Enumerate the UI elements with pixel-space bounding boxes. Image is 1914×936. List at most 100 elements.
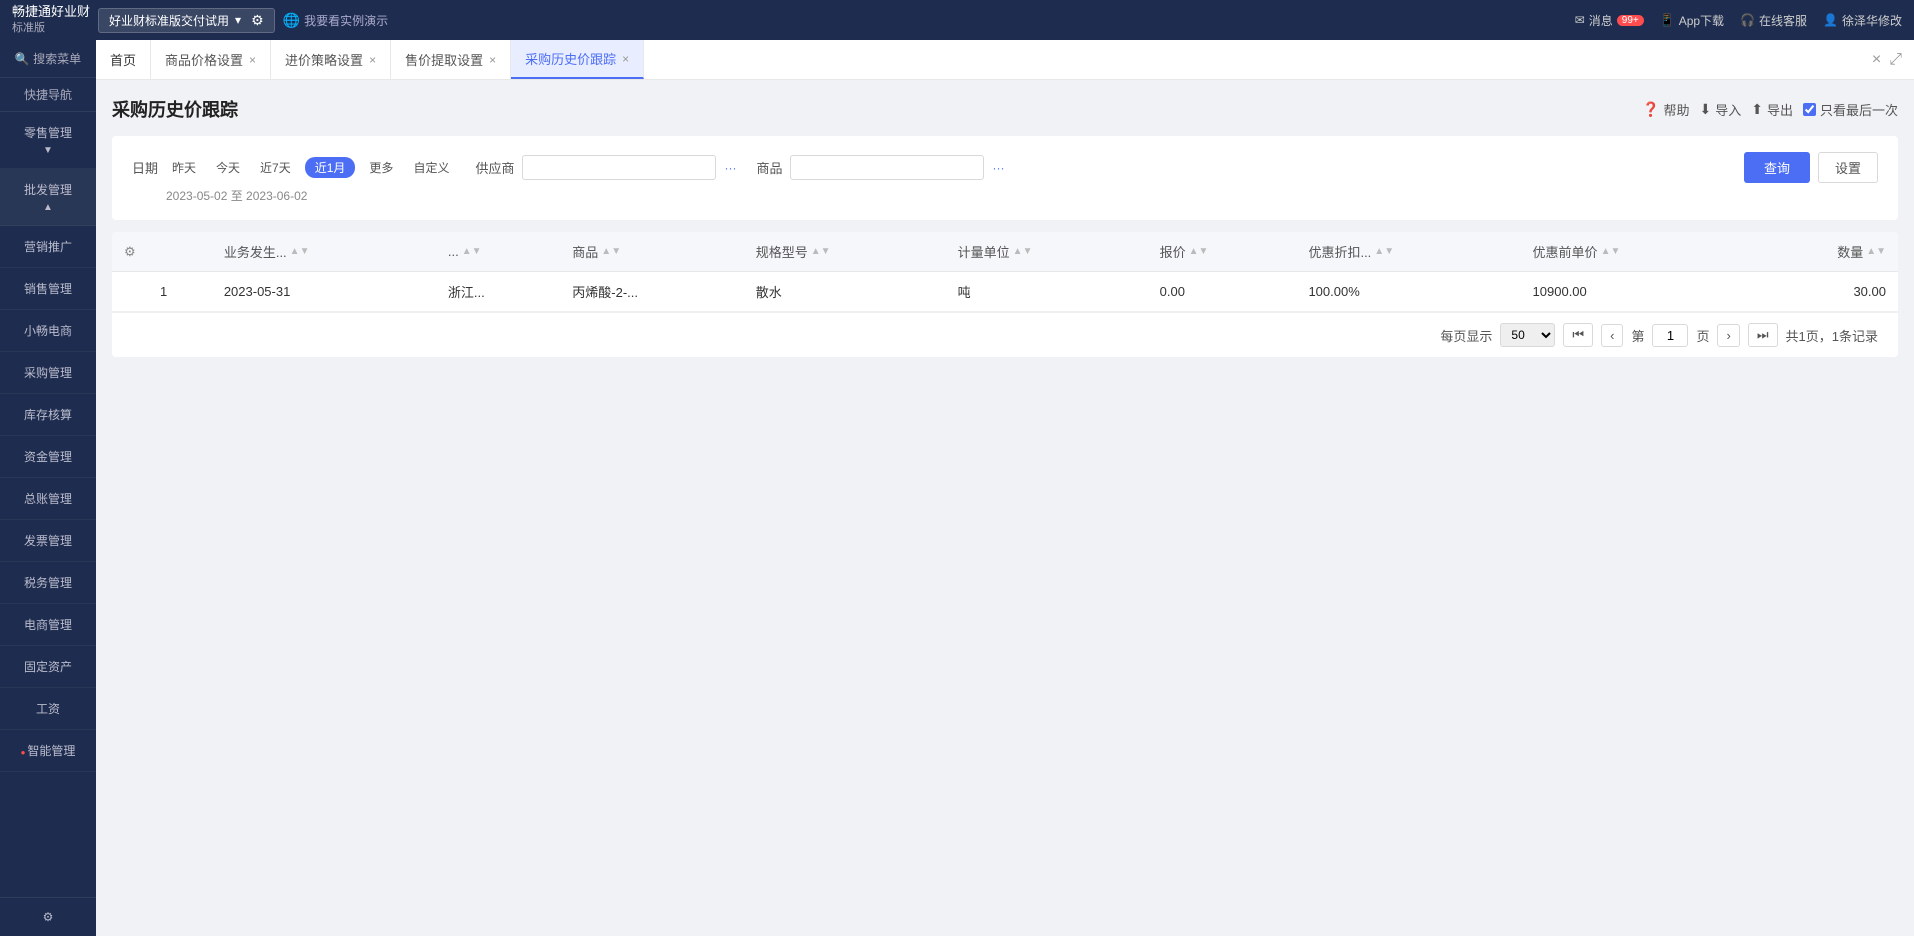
sidebar-item-ecommerce-small[interactable]: 小畅电商: [0, 310, 96, 352]
date-yesterday-btn[interactable]: 昨天: [166, 157, 202, 178]
sidebar-item-payroll[interactable]: 工资: [0, 688, 96, 730]
td-spec: 散水: [744, 272, 946, 312]
date-more-btn[interactable]: 更多: [363, 157, 399, 178]
user-menu[interactable]: 👤 徐泽华修改: [1823, 12, 1902, 29]
edition-selector[interactable]: 好业财标准版交付试用 ▾ ⚙: [98, 8, 275, 33]
tab-price[interactable]: 商品价格设置 ×: [151, 40, 271, 79]
sort-icon-discount: ▲▼: [1374, 248, 1394, 256]
th-spec[interactable]: 规格型号 ▲▼: [744, 232, 946, 272]
sidebar-item-finance[interactable]: 资金管理: [0, 436, 96, 478]
import-icon: ⬇: [1699, 101, 1711, 118]
th-pre-discount-price[interactable]: 优惠前单价 ▲▼: [1521, 232, 1750, 272]
sidebar-quick-nav[interactable]: 快捷导航: [0, 78, 96, 112]
query-btn[interactable]: 查询: [1744, 152, 1810, 183]
td-price: 0.00: [1148, 272, 1297, 312]
user-icon: 👤: [1823, 13, 1838, 27]
tab-purchase-strategy[interactable]: 进价策略设置 ×: [271, 40, 391, 79]
help-btn[interactable]: ❓ 帮助: [1642, 100, 1689, 119]
sort-icon-unit: ▲▼: [1013, 248, 1033, 256]
table-gear-icon[interactable]: ⚙: [124, 244, 136, 259]
sidebar-item-invoice[interactable]: 发票管理: [0, 520, 96, 562]
sidebar: 🔍 搜索菜单 快捷导航 零售管理 ▼ 批发管理 ▲ 营销推广 销售管理 小畅电商…: [0, 40, 96, 936]
sidebar-item-assets[interactable]: 固定资产: [0, 646, 96, 688]
date-custom-btn[interactable]: 自定义: [407, 157, 455, 178]
sidebar-item-inventory[interactable]: 库存核算: [0, 394, 96, 436]
product-input[interactable]: [790, 155, 984, 180]
date-last1month-btn[interactable]: 近1月: [305, 157, 356, 178]
supplier-input[interactable]: [522, 155, 716, 180]
export-icon: ⬆: [1751, 101, 1763, 118]
app-logo: 畅捷通好业财 标准版: [12, 4, 90, 35]
th-index: [148, 232, 212, 272]
only-last-checkbox[interactable]: [1803, 103, 1816, 116]
tab-home[interactable]: 首页: [96, 40, 151, 79]
sidebar-item-wholesale[interactable]: 批发管理 ▲: [0, 169, 96, 226]
date-filter-label: 日期: [132, 158, 158, 177]
page-prev-btn[interactable]: ‹: [1601, 324, 1623, 347]
content-area: 首页 商品价格设置 × 进价策略设置 × 售价提取设置 × 采购历史价跟踪 × …: [96, 40, 1914, 936]
import-btn[interactable]: ⬇ 导入: [1699, 100, 1741, 119]
tab-sale-price[interactable]: 售价提取设置 ×: [391, 40, 511, 79]
th-extra[interactable]: ... ▲▼: [436, 232, 560, 272]
page-next-btn[interactable]: ›: [1717, 324, 1739, 347]
online-service-btn[interactable]: 🎧 在线客服: [1740, 12, 1807, 29]
sidebar-item-ledger[interactable]: 总账管理: [0, 478, 96, 520]
demo-btn[interactable]: 🌐 我要看实例演示: [283, 12, 388, 29]
tabbar: 首页 商品价格设置 × 进价策略设置 × 售价提取设置 × 采购历史价跟踪 × …: [96, 40, 1914, 80]
sidebar-item-retail[interactable]: 零售管理 ▼: [0, 112, 96, 169]
date-last7-btn[interactable]: 近7天: [254, 157, 297, 178]
red-dot-icon: ●: [21, 748, 26, 757]
date-range-display: 2023-05-02 至 2023-06-02: [132, 187, 1878, 204]
table-card: ⚙ 业务发生... ▲▼ ...: [112, 232, 1898, 357]
tab-close-sale-price[interactable]: ×: [489, 53, 496, 67]
message-btn[interactable]: ✉ 消息 99+: [1575, 12, 1644, 29]
sidebar-settings[interactable]: ⚙: [0, 897, 96, 936]
sidebar-item-smart[interactable]: ●智能管理: [0, 730, 96, 772]
page-first-btn[interactable]: ⏮: [1563, 323, 1593, 347]
sidebar-item-tax[interactable]: 税务管理: [0, 562, 96, 604]
td-product: 丙烯酸-2-...: [560, 272, 743, 312]
tab-close-history-price[interactable]: ×: [622, 52, 629, 66]
per-page-select[interactable]: 50 20 100: [1500, 323, 1555, 347]
product-more-btn[interactable]: ···: [992, 161, 1004, 175]
td-row-gear: [112, 272, 148, 312]
tab-close-all-btn[interactable]: ×: [1868, 51, 1885, 69]
th-quantity[interactable]: 数量 ▲▼: [1749, 232, 1898, 272]
sidebar-item-purchase[interactable]: 采购管理: [0, 352, 96, 394]
export-btn[interactable]: ⬆ 导出: [1751, 100, 1793, 119]
tab-close-price[interactable]: ×: [249, 53, 256, 67]
th-unit[interactable]: 计量单位 ▲▼: [946, 232, 1148, 272]
supplier-more-btn[interactable]: ···: [724, 161, 736, 175]
tab-close-purchase-strategy[interactable]: ×: [369, 53, 376, 67]
app-download-btn[interactable]: 📱 App下载: [1660, 12, 1724, 29]
settings-btn[interactable]: 设置: [1818, 152, 1878, 183]
tab-expand-btn[interactable]: ⤢: [1885, 51, 1906, 69]
main-layout: 🔍 搜索菜单 快捷导航 零售管理 ▼ 批发管理 ▲ 营销推广 销售管理 小畅电商…: [0, 40, 1914, 936]
sidebar-item-marketing[interactable]: 营销推广: [0, 226, 96, 268]
product-filter-label: 商品: [756, 158, 782, 177]
sidebar-search[interactable]: 🔍 搜索菜单: [0, 40, 96, 78]
th-date[interactable]: 业务发生... ▲▼: [212, 232, 436, 272]
sort-icon-extra: ▲▼: [462, 248, 482, 256]
sort-icon-date: ▲▼: [290, 248, 310, 256]
page-number-input[interactable]: [1652, 324, 1688, 347]
product-filter-group: 商品 ···: [756, 155, 1004, 180]
date-today-btn[interactable]: 今天: [210, 157, 246, 178]
message-icon: ✉: [1575, 13, 1585, 27]
th-discount[interactable]: 优惠折扣... ▲▼: [1296, 232, 1520, 272]
tab-history-price[interactable]: 采购历史价跟踪 ×: [511, 40, 644, 79]
th-price[interactable]: 报价 ▲▼: [1148, 232, 1297, 272]
supplier-filter-label: 供应商: [475, 158, 514, 177]
chevron-down-icon: ▾: [235, 13, 241, 27]
page-last-btn[interactable]: ⏭: [1748, 323, 1778, 347]
date-filter-group: 日期 昨天 今天 近7天 近1月 更多 自定义: [132, 157, 455, 178]
sidebar-item-ecommerce[interactable]: 电商管理: [0, 604, 96, 646]
sidebar-item-sales[interactable]: 销售管理: [0, 268, 96, 310]
topbar: 畅捷通好业财 标准版 好业财标准版交付试用 ▾ ⚙ 🌐 我要看实例演示 ✉ 消息…: [0, 0, 1914, 40]
supplier-filter-group: 供应商 ···: [475, 155, 736, 180]
data-table: ⚙ 业务发生... ▲▼ ...: [112, 232, 1898, 312]
filter-row: 日期 昨天 今天 近7天 近1月 更多 自定义 供应商 ··· 商品: [132, 152, 1878, 183]
th-product[interactable]: 商品 ▲▼: [560, 232, 743, 272]
gear-icon[interactable]: ⚙: [251, 12, 264, 29]
td-unit: 吨: [946, 272, 1148, 312]
